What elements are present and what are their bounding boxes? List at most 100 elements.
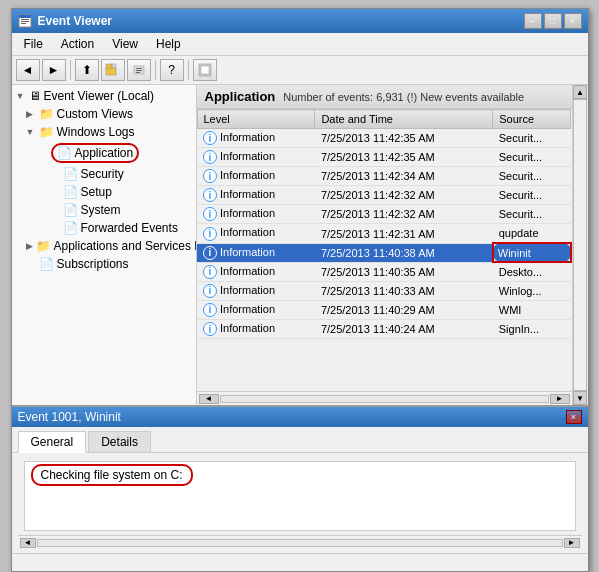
menu-file[interactable]: File — [16, 35, 51, 53]
forward-button[interactable]: ► — [42, 59, 66, 81]
scroll-right-btn[interactable]: ► — [550, 394, 570, 404]
table-row[interactable]: iInformation7/25/2013 11:40:29 AMWMI — [197, 300, 571, 319]
table-row[interactable]: iInformation7/25/2013 11:42:31 AMqupdate — [197, 224, 571, 243]
cell-datetime: 7/25/2013 11:40:24 AM — [315, 319, 493, 338]
cell-level: iInformation — [197, 243, 315, 262]
bottom-section: Event 1001, Wininit × General Details Ch… — [12, 405, 588, 553]
dialog-tabs: General Details — [12, 427, 588, 453]
sidebar-item-windows-logs[interactable]: ▼ 📁 Windows Logs — [22, 123, 196, 141]
doc-icon: 📄 — [63, 203, 78, 217]
title-bar: Event Viewer − □ × — [12, 9, 588, 33]
main-window: Event Viewer − □ × File Action View Help… — [11, 8, 589, 572]
tab-general[interactable]: General — [18, 431, 87, 453]
expand-icon: ▼ — [16, 91, 26, 101]
dialog-content-text: Checking file system on C: — [41, 468, 183, 482]
cell-level: iInformation — [197, 224, 315, 243]
cell-level: iInformation — [197, 319, 315, 338]
tab-details[interactable]: Details — [88, 431, 151, 452]
scroll-left-btn[interactable]: ◄ — [199, 394, 219, 404]
sidebar-item-label: Windows Logs — [57, 125, 135, 139]
table-row[interactable]: iInformation7/25/2013 11:40:24 AMSignIn.… — [197, 319, 571, 338]
dialog-hscroll[interactable]: ◄ ► — [18, 535, 582, 549]
folder-icon: 📁 — [36, 239, 51, 253]
sidebar-item-forwarded-events[interactable]: 📄 Forwarded Events — [46, 219, 196, 237]
menu-action[interactable]: Action — [53, 35, 102, 53]
col-datetime[interactable]: Date and Time — [315, 110, 493, 129]
table-row[interactable]: iInformation7/25/2013 11:42:35 AMSecurit… — [197, 129, 571, 148]
content-header: Application Number of events: 6,931 (!) … — [197, 85, 572, 109]
sidebar-item-setup[interactable]: 📄 Setup — [46, 183, 196, 201]
table-row[interactable]: iInformation7/25/2013 11:40:33 AMWinlog.… — [197, 281, 571, 300]
table-row[interactable]: iInformation7/25/2013 11:42:32 AMSecurit… — [197, 205, 571, 224]
sidebar-item-custom-views[interactable]: ▶ 📁 Custom Views — [22, 105, 196, 123]
cell-datetime: 7/25/2013 11:42:31 AM — [315, 224, 493, 243]
dialog-scroll-right[interactable]: ► — [564, 538, 580, 548]
dialog-content-wrapper: Checking file system on C: ◄ ► — [12, 453, 588, 553]
dialog-title: Event 1001, Wininit — [18, 410, 121, 424]
table-row[interactable]: iInformation7/25/2013 11:40:35 AMDeskto.… — [197, 262, 571, 281]
sidebar-item-event-viewer[interactable]: ▼ 🖥 Event Viewer (Local) — [12, 87, 196, 105]
cell-level: iInformation — [197, 281, 315, 300]
dialog-text-container: Checking file system on C: — [31, 468, 193, 482]
right-panel-up[interactable]: ▲ — [573, 85, 587, 99]
cell-level: iInformation — [197, 262, 315, 281]
sidebar-item-system[interactable]: 📄 System — [46, 201, 196, 219]
table-row[interactable]: iInformation7/25/2013 11:42:35 AMSecurit… — [197, 148, 571, 167]
cell-level: iInformation — [197, 300, 315, 319]
properties-button[interactable] — [127, 59, 151, 81]
cell-level: iInformation — [197, 148, 315, 167]
computer-icon: 🖥 — [29, 89, 41, 103]
svg-rect-11 — [136, 72, 140, 73]
cell-source: Securit... — [493, 129, 571, 148]
table-row[interactable]: iInformation7/25/2013 11:42:34 AMSecurit… — [197, 167, 571, 186]
close-button[interactable]: × — [564, 13, 582, 29]
folders-button[interactable] — [101, 59, 125, 81]
col-level[interactable]: Level — [197, 110, 315, 129]
horizontal-scrollbar[interactable]: ◄ ► — [197, 391, 572, 405]
content-panel: Application Number of events: 6,931 (!) … — [197, 85, 572, 405]
table-row[interactable]: iInformation7/25/2013 11:42:32 AMSecurit… — [197, 186, 571, 205]
dialog-close-button[interactable]: × — [566, 410, 582, 424]
expand-icon: ▼ — [26, 127, 36, 137]
menu-view[interactable]: View — [104, 35, 146, 53]
dialog-content-area[interactable]: Checking file system on C: — [24, 461, 576, 531]
events-table[interactable]: Level Date and Time Source iInformation7… — [197, 109, 572, 391]
sidebar-item-app-services-logs[interactable]: ▶ 📁 Applications and Services Lo — [22, 237, 196, 255]
cell-datetime: 7/25/2013 11:42:32 AM — [315, 186, 493, 205]
extra-button[interactable] — [193, 59, 217, 81]
doc-icon: 📄 — [39, 257, 54, 271]
help-button[interactable]: ? — [160, 59, 184, 81]
sidebar-item-application[interactable]: 📄 Application — [34, 141, 196, 165]
up-button[interactable]: ⬆ — [75, 59, 99, 81]
right-panel-track[interactable] — [573, 99, 587, 391]
info-icon: i — [203, 284, 217, 298]
sidebar-item-security[interactable]: 📄 Security — [46, 165, 196, 183]
sidebar-item-label: Event Viewer (Local) — [44, 89, 155, 103]
minimize-button[interactable]: − — [524, 13, 542, 29]
content-info: Number of events: 6,931 (!) New events a… — [283, 91, 524, 103]
info-icon: i — [203, 246, 217, 260]
sidebar-item-label: Custom Views — [57, 107, 133, 121]
cell-datetime: 7/25/2013 11:42:35 AM — [315, 148, 493, 167]
application-highlight-circle: 📄 Application — [51, 143, 140, 163]
doc-icon: 📄 — [57, 146, 72, 160]
col-source[interactable]: Source — [493, 110, 571, 129]
svg-rect-2 — [21, 19, 29, 20]
window-title: Event Viewer — [38, 14, 518, 28]
menu-help[interactable]: Help — [148, 35, 189, 53]
svg-rect-6 — [106, 68, 116, 75]
folder-icon: 📁 — [39, 107, 54, 121]
cell-level: iInformation — [197, 205, 315, 224]
maximize-button[interactable]: □ — [544, 13, 562, 29]
back-button[interactable]: ◄ — [16, 59, 40, 81]
sidebar-item-label: Setup — [81, 185, 112, 199]
scroll-track[interactable] — [220, 395, 549, 403]
sidebar-item-subscriptions[interactable]: 📄 Subscriptions — [22, 255, 196, 273]
svg-rect-3 — [21, 21, 29, 22]
sidebar-item-label: Forwarded Events — [81, 221, 178, 235]
table-row[interactable]: iInformation7/25/2013 11:40:38 AMWininit — [197, 243, 571, 262]
expand-icon: ▶ — [26, 241, 33, 251]
right-panel-down[interactable]: ▼ — [573, 391, 587, 405]
dialog-scroll-left[interactable]: ◄ — [20, 538, 36, 548]
dialog-scroll-track[interactable] — [37, 539, 563, 547]
